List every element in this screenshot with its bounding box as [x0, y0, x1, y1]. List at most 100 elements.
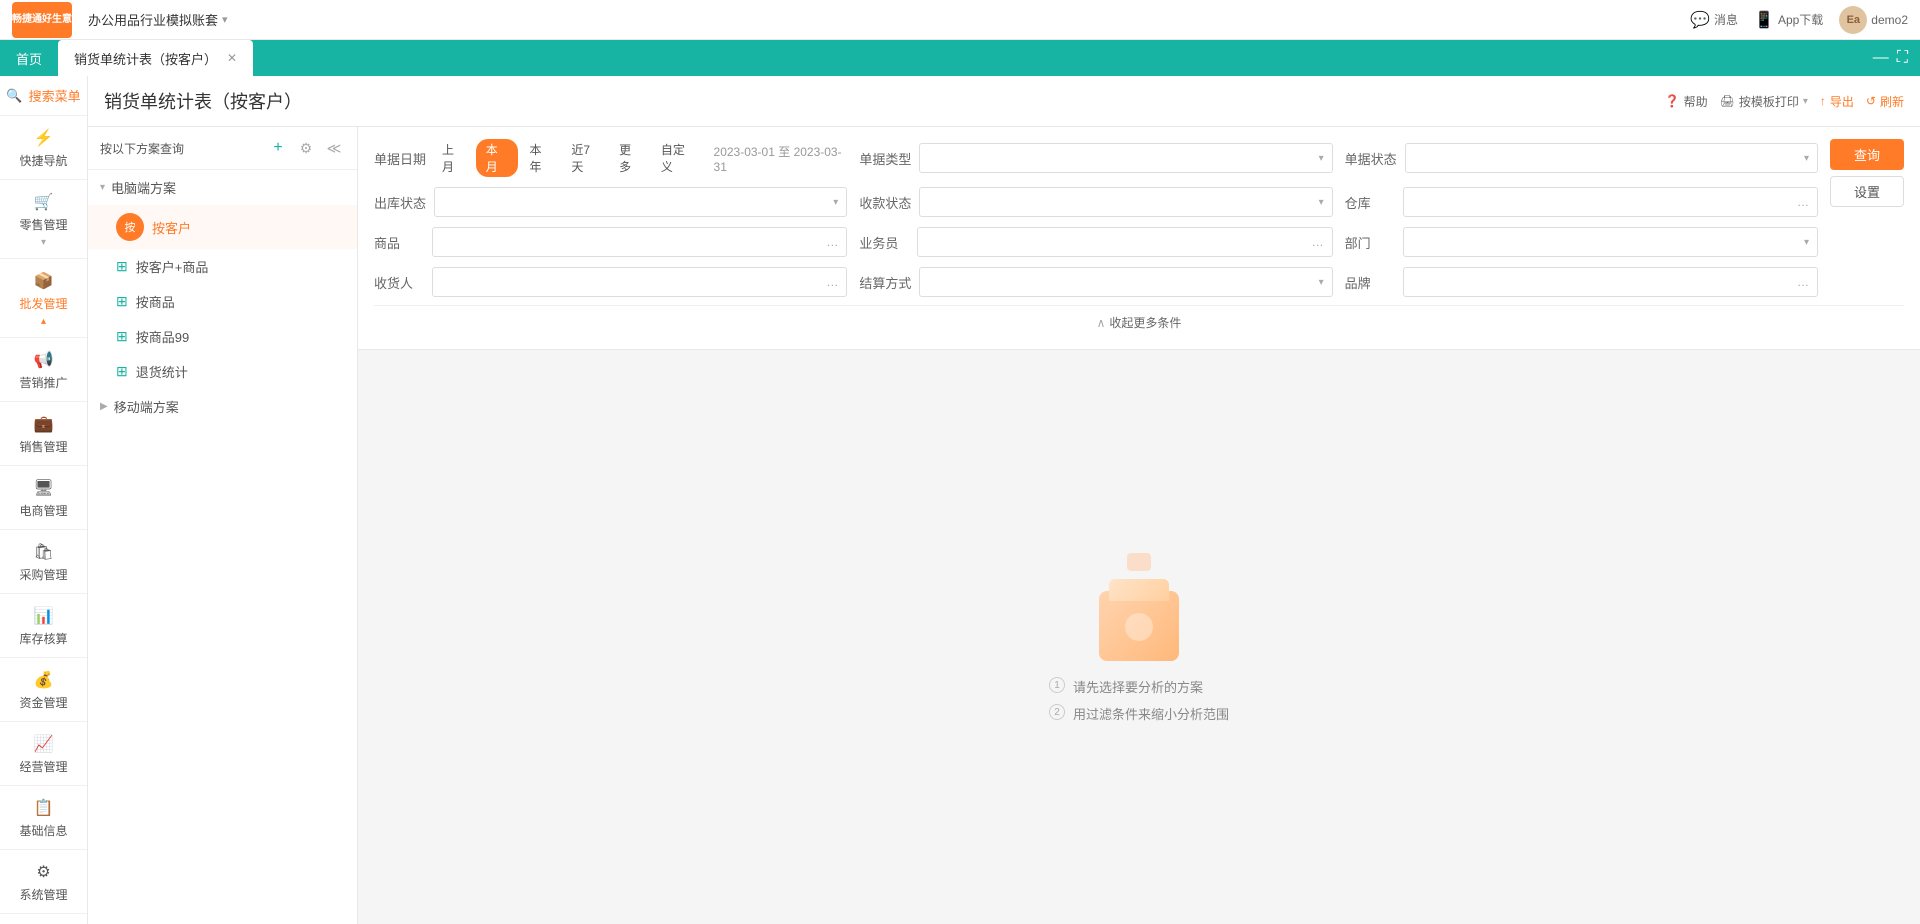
date-tab-last-month[interactable]: 上月: [434, 139, 472, 177]
collapse-label: 收起更多条件: [1109, 314, 1181, 331]
refresh-button[interactable]: ↺ 刷新: [1866, 93, 1904, 110]
filter-action-col: 查询 设置: [1830, 139, 1904, 207]
inventory-icon: 📊: [34, 606, 54, 626]
sidebar-item-wholesale[interactable]: 📦 批发管理 ▴: [0, 259, 87, 338]
help-button[interactable]: ❓ 帮助: [1665, 93, 1708, 110]
sidebar-item-search[interactable]: 🔍 搜索菜单: [0, 76, 87, 116]
salesperson-select[interactable]: …: [917, 227, 1332, 257]
salesperson-field: 业务员 …: [859, 227, 1332, 257]
brand-dots-icon: …: [1797, 275, 1809, 289]
receipt-status-label: 收款状态: [859, 193, 911, 212]
sidebar-item-system[interactable]: ⚙ 系统管理: [0, 850, 87, 914]
industry-selector[interactable]: 办公用品行业模拟账套 ▾: [80, 6, 236, 33]
user-menu[interactable]: Ea demo2: [1839, 6, 1908, 34]
goods-select[interactable]: …: [432, 227, 847, 257]
template-print-arrow-icon: ▾: [1803, 96, 1808, 107]
sidebar-item-marketing[interactable]: 📢 营销推广: [0, 338, 87, 402]
hint-1-num: 1: [1049, 677, 1065, 693]
date-tab-this-month[interactable]: 本月: [476, 139, 518, 177]
sidebar-marketing-label: 营销推广: [19, 374, 67, 391]
scheme-add-button[interactable]: +: [267, 137, 289, 159]
date-range: 2023-03-01 至 2023-03-31: [714, 143, 848, 174]
scheme-panel: 按以下方案查询 + ⚙ ≪ ▾ 电脑端方案 按: [88, 127, 358, 924]
scheme-group-desktop: ▾ 电脑端方案 按 按客户 ⊞ 按客户+商品 ⊞: [88, 170, 357, 389]
sidebar-item-operations[interactable]: 📈 经营管理: [0, 722, 87, 786]
sidebar-item-quicknav[interactable]: ⚡ 快捷导航: [0, 116, 87, 180]
date-tab-custom[interactable]: 自定义: [653, 139, 702, 177]
date-tab-this-year[interactable]: 本年: [522, 139, 560, 177]
sidebar-item-inventory[interactable]: 📊 库存核算: [0, 594, 87, 658]
scheme-item-customer-goods[interactable]: ⊞ 按客户+商品: [88, 249, 357, 284]
hint-2-text: 用过滤条件来缩小分析范围: [1073, 704, 1229, 723]
settlement-select[interactable]: ▾: [919, 267, 1332, 297]
sidebar-item-finance[interactable]: 💰 资金管理: [0, 658, 87, 722]
sidebar-inventory-label: 库存核算: [19, 630, 67, 647]
sidebar-item-base-info[interactable]: 📋 基础信息: [0, 786, 87, 850]
query-button[interactable]: 查询: [1830, 139, 1904, 170]
department-label: 部门: [1345, 233, 1395, 252]
collapse-bar[interactable]: ∧ 收起更多条件: [374, 305, 1904, 337]
receipt-status-arrow-icon: ▾: [1319, 197, 1324, 208]
industry-label: 办公用品行业模拟账套: [88, 10, 218, 29]
receipt-status-select[interactable]: ▾: [919, 187, 1332, 217]
scheme-collapse-button[interactable]: ≪: [323, 137, 345, 159]
export-button[interactable]: ↑ 导出: [1820, 93, 1854, 110]
goods-label: 商品: [374, 233, 424, 252]
salesperson-dots-icon: …: [1312, 235, 1324, 249]
scheme-item-by-goods[interactable]: ⊞ 按商品: [88, 284, 357, 319]
tab-window-controls: — ⛶: [1873, 49, 1920, 67]
order-status-field: 单据状态 ▾: [1345, 143, 1818, 173]
scheme-group-header-desktop[interactable]: ▾ 电脑端方案: [88, 170, 357, 205]
scheme-settings-button[interactable]: ⚙: [295, 137, 317, 159]
order-type-select[interactable]: ▾: [919, 143, 1332, 173]
department-select[interactable]: ▾: [1403, 227, 1818, 257]
date-tab-7days[interactable]: 近7天: [563, 139, 607, 177]
tab-home[interactable]: 首页: [0, 40, 58, 76]
receiver-field: 收货人 …: [374, 267, 847, 297]
maximize-icon[interactable]: ⛶: [1897, 49, 1908, 67]
sidebar-system-label: 系统管理: [19, 886, 67, 903]
order-status-select[interactable]: ▾: [1405, 143, 1818, 173]
desktop-group-arrow-icon: ▾: [100, 182, 105, 193]
sidebar-finance-label: 资金管理: [19, 694, 67, 711]
warehouse-select[interactable]: …: [1403, 187, 1818, 217]
date-tab-more[interactable]: 更多: [611, 139, 649, 177]
receiver-label: 收货人: [374, 273, 424, 292]
scheme-group-header-mobile[interactable]: ▶ 移动端方案: [88, 389, 357, 424]
scheme-item-return-stats[interactable]: ⊞ 退货统计: [88, 354, 357, 389]
main-layout: 🔍 搜索菜单 ⚡ 快捷导航 🛒 零售管理 ▾ 📦 批发管理 ▴ 📢 营销推广 💼…: [0, 76, 1920, 924]
tab-close-icon[interactable]: ✕: [227, 51, 237, 65]
scheme-item-by-customer[interactable]: 按 按客户: [88, 205, 357, 249]
message-icon: 💬: [1690, 10, 1710, 30]
sidebar-item-retail[interactable]: 🛒 零售管理 ▾: [0, 180, 87, 259]
print-icon: 🖨: [1720, 94, 1735, 108]
out-status-select[interactable]: ▾: [434, 187, 847, 217]
sidebar-wholesale-label: 批发管理: [19, 295, 67, 312]
tab-sales-stats[interactable]: 销货单统计表（按客户） ✕: [58, 40, 253, 76]
purchase-icon: 🛍: [33, 542, 53, 562]
receipt-status-field: 收款状态 ▾: [859, 187, 1332, 217]
scheme-item-icon-3: ⊞: [116, 293, 128, 310]
message-button[interactable]: 💬 消息: [1690, 10, 1738, 30]
desktop-group-label: 电脑端方案: [111, 178, 176, 197]
template-print-button[interactable]: 🖨 按模板打印 ▾: [1720, 93, 1808, 110]
collapse-up-icon: ∧: [1097, 316, 1106, 330]
brand-select[interactable]: …: [1403, 267, 1818, 297]
page-title: 销货单统计表（按客户）: [104, 88, 302, 126]
settings-button[interactable]: 设置: [1830, 176, 1904, 207]
order-type-label: 单据类型: [859, 149, 911, 168]
mobile-group-arrow-icon: ▶: [100, 401, 108, 412]
receiver-select[interactable]: …: [432, 267, 847, 297]
scheme-group-mobile: ▶ 移动端方案: [88, 389, 357, 424]
sidebar-item-purchase[interactable]: 🛍 采购管理: [0, 530, 87, 594]
export-label: 导出: [1830, 93, 1854, 110]
sidebar-item-ecommerce[interactable]: 🖥 电商管理: [0, 466, 87, 530]
scheme-item-by-goods99[interactable]: ⊞ 按商品99: [88, 319, 357, 354]
sidebar-item-sales[interactable]: 💼 销售管理: [0, 402, 87, 466]
app-download-button[interactable]: 📱 App下载: [1754, 10, 1823, 30]
topbar: 畅捷通好生意 办公用品行业模拟账套 ▾ 💬 消息 📱 App下载 Ea demo…: [0, 0, 1920, 40]
minimize-icon[interactable]: —: [1873, 49, 1889, 67]
scheme-item-label: 按客户: [152, 218, 191, 237]
sidebar-item-collaboration[interactable]: 👥 企业协同: [0, 914, 87, 924]
sidebar-search-label: 搜索菜单: [29, 86, 81, 105]
